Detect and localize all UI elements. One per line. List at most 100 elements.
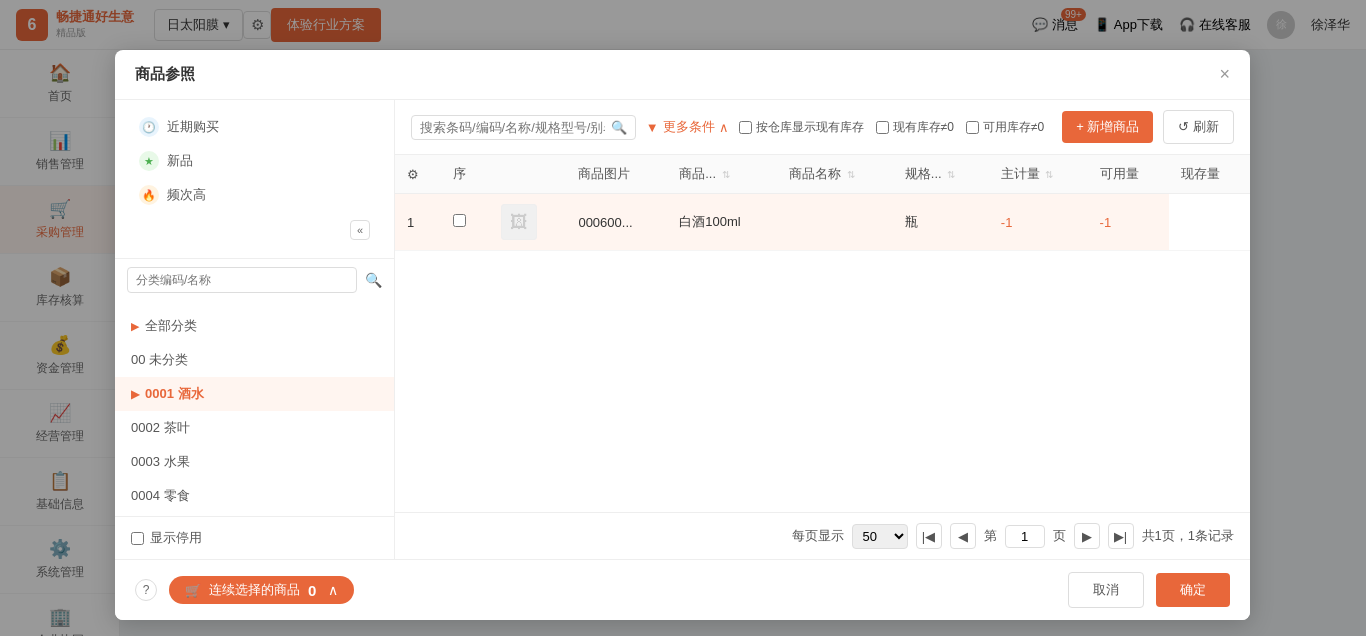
expand-arrow-icon: ▶ — [131, 320, 139, 333]
confirm-button[interactable]: 确定 — [1156, 573, 1230, 607]
category-label-all: 全部分类 — [145, 317, 197, 335]
col-header-checkbox — [489, 155, 566, 194]
add-product-button[interactable]: + 新增商品 — [1062, 111, 1153, 143]
quick-filter-new-label: 新品 — [167, 152, 193, 170]
quick-filter-recent[interactable]: 🕐 近期购买 — [131, 110, 378, 144]
col-header-code[interactable]: 商品... ⇅ — [667, 155, 777, 194]
col-header-settings[interactable]: ⚙ — [395, 155, 441, 194]
modal-close-button[interactable]: × — [1219, 64, 1230, 85]
category-search-area: 🔍 — [115, 259, 394, 301]
cell-unit: 瓶 — [893, 194, 989, 251]
sort-name-icon: ⇅ — [847, 169, 855, 180]
frequent-icon: 🔥 — [139, 185, 159, 205]
modal-title: 商品参照 — [135, 65, 195, 84]
page-label: 第 — [984, 527, 997, 545]
category-label-00: 00 未分类 — [131, 351, 188, 369]
cell-current: -1 — [1088, 194, 1169, 251]
cell-checkbox[interactable] — [441, 194, 489, 251]
col-header-spec[interactable]: 规格... ⇅ — [893, 155, 989, 194]
category-label-0004: 0004 零食 — [131, 487, 190, 505]
filter-bar: 🔍 ▼ 更多条件 ∧ 按仓库显示现有库存 现有库存≠0 — [395, 100, 1250, 155]
category-item-0003[interactable]: 0003 水果 — [115, 445, 394, 479]
category-label-0001: 0001 酒水 — [145, 385, 204, 403]
filter-more-button[interactable]: ▼ 更多条件 ∧ — [646, 118, 729, 136]
cart-collapse-icon[interactable]: ∧ — [328, 582, 338, 598]
quick-filter-recent-label: 近期购买 — [167, 118, 219, 136]
page-next-button[interactable]: ▶ — [1074, 523, 1100, 549]
page-last-button[interactable]: ▶| — [1108, 523, 1134, 549]
col-header-image: 商品图片 — [566, 155, 667, 194]
cancel-button[interactable]: 取消 — [1068, 572, 1144, 608]
sort-spec-icon: ⇅ — [947, 169, 955, 180]
quick-filters: 🕐 近期购买 ★ 新品 🔥 频次高 « — [115, 100, 394, 259]
col-header-index: 序 — [441, 155, 489, 194]
filter-usable-ne0-checkbox[interactable] — [966, 121, 979, 134]
show-disabled-checkbox[interactable] — [131, 532, 144, 545]
quick-filter-frequent[interactable]: 🔥 频次高 — [131, 178, 378, 212]
category-item-0004[interactable]: 0004 零食 — [115, 479, 394, 513]
category-list: ▶ 全部分类 00 未分类 ▶ 0001 酒水 0002 茶叶 0003 水果 — [115, 301, 394, 516]
pagination-bar: 每页显示 50 10 20 100 |◀ ◀ 第 页 ▶ ▶| 共1页，1条记录 — [395, 512, 1250, 559]
cart-icon: 🛒 — [185, 583, 201, 598]
filter-collapse-icon: ∧ — [719, 120, 729, 135]
quick-filter-new[interactable]: ★ 新品 — [131, 144, 378, 178]
product-search-input[interactable] — [420, 120, 605, 135]
product-thumbnail: 🖼 — [501, 204, 537, 240]
filter-usable-ne0-label[interactable]: 可用库存≠0 — [966, 119, 1044, 136]
active-expand-icon: ▶ — [131, 388, 139, 401]
search-input-wrap: 🔍 — [411, 115, 636, 140]
cell-row-num: 1 — [395, 194, 441, 251]
page-size-label: 每页显示 — [792, 527, 844, 545]
product-reference-modal: 商品参照 × 🕐 近期购买 ★ 新品 🔥 频次高 « — [115, 50, 1250, 620]
product-table-wrap: ⚙ 序 商品图片 商品... ⇅ 商品名称 ⇅ — [395, 155, 1250, 512]
recent-icon: 🕐 — [139, 117, 159, 137]
category-item-0002[interactable]: 0002 茶叶 — [115, 411, 394, 445]
page-number-input[interactable] — [1005, 525, 1045, 548]
filter-warehouse-label[interactable]: 按仓库显示现有库存 — [739, 119, 864, 136]
category-item-0001[interactable]: ▶ 0001 酒水 — [115, 377, 394, 411]
search-icon: 🔍 — [611, 120, 627, 135]
modal-left-panel: 🕐 近期购买 ★ 新品 🔥 频次高 « 🔍 — [115, 100, 395, 559]
cell-name: 白酒100ml — [667, 194, 777, 251]
category-label-0003: 0003 水果 — [131, 453, 190, 471]
category-search-input[interactable] — [127, 267, 357, 293]
page-first-button[interactable]: |◀ — [916, 523, 942, 549]
cell-image: 🖼 — [489, 194, 566, 251]
category-item-all[interactable]: ▶ 全部分类 — [115, 309, 394, 343]
filter-icon: ▼ — [646, 120, 659, 135]
filter-available-ne0-checkbox[interactable] — [876, 121, 889, 134]
product-table: ⚙ 序 商品图片 商品... ⇅ 商品名称 ⇅ — [395, 155, 1250, 251]
quick-filter-frequent-label: 频次高 — [167, 186, 206, 204]
modal-body: 🕐 近期购买 ★ 新品 🔥 频次高 « 🔍 — [115, 100, 1250, 559]
page-prev-button[interactable]: ◀ — [950, 523, 976, 549]
show-disabled-label: 显示停用 — [150, 529, 202, 547]
show-disabled-area: 显示停用 — [115, 516, 394, 559]
category-search-icon[interactable]: 🔍 — [365, 272, 382, 288]
refresh-button[interactable]: ↺ 刷新 — [1163, 110, 1234, 144]
modal-footer: ? 🛒 连续选择的商品 0 ∧ 取消 确定 — [115, 559, 1250, 620]
total-info: 共1页，1条记录 — [1142, 527, 1234, 545]
sort-unit-icon: ⇅ — [1045, 169, 1053, 180]
col-header-unit[interactable]: 主计量 ⇅ — [989, 155, 1088, 194]
help-icon[interactable]: ? — [135, 579, 157, 601]
row-checkbox[interactable] — [453, 214, 466, 227]
cart-area[interactable]: 🛒 连续选择的商品 0 ∧ — [169, 576, 354, 604]
filter-checkboxes: 按仓库显示现有库存 现有库存≠0 可用库存≠0 — [739, 119, 1045, 136]
category-item-00[interactable]: 00 未分类 — [115, 343, 394, 377]
sort-code-icon: ⇅ — [722, 169, 730, 180]
cell-available: -1 — [989, 194, 1088, 251]
cart-label: 连续选择的商品 — [209, 581, 300, 599]
table-row[interactable]: 1 🖼 000600... 白酒100ml 瓶 -1 -1 — [395, 194, 1250, 251]
page-size-select[interactable]: 50 10 20 100 — [852, 524, 908, 549]
cart-count: 0 — [308, 582, 316, 599]
col-header-available: 可用量 — [1088, 155, 1169, 194]
new-icon: ★ — [139, 151, 159, 171]
col-header-name[interactable]: 商品名称 ⇅ — [777, 155, 893, 194]
collapse-panel-button[interactable]: « — [350, 220, 370, 240]
modal-right-panel: 🔍 ▼ 更多条件 ∧ 按仓库显示现有库存 现有库存≠0 — [395, 100, 1250, 559]
table-header-row: ⚙ 序 商品图片 商品... ⇅ 商品名称 ⇅ — [395, 155, 1250, 194]
filter-available-ne0-label[interactable]: 现有库存≠0 — [876, 119, 954, 136]
col-header-current: 现存量 — [1169, 155, 1250, 194]
filter-warehouse-checkbox[interactable] — [739, 121, 752, 134]
page-suffix: 页 — [1053, 527, 1066, 545]
